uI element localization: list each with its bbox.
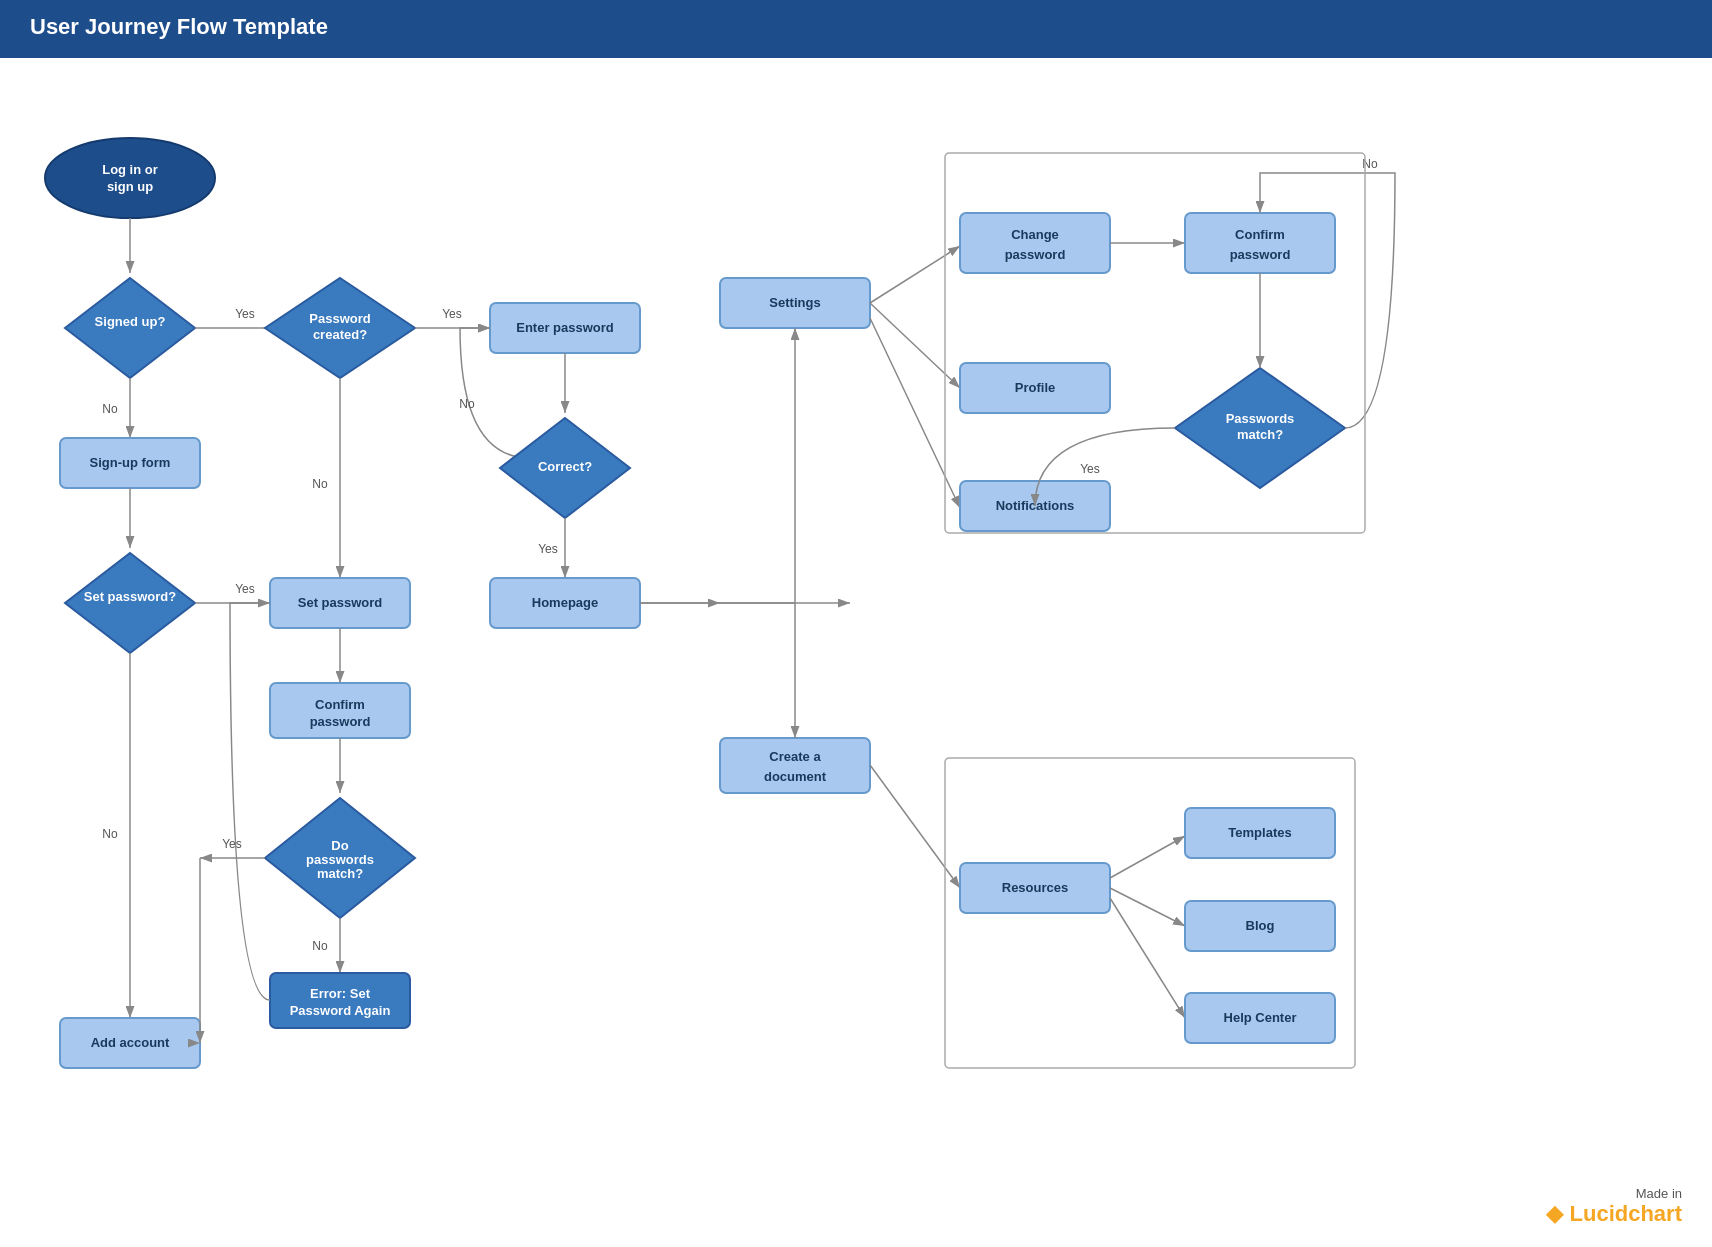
label-yes-4: Yes [222,837,242,851]
svg-text:Password Again: Password Again [290,1003,391,1018]
svg-text:Help Center: Help Center [1224,1010,1297,1025]
svg-text:Confirm: Confirm [1235,227,1285,242]
arrow-resources-blog [1110,888,1185,926]
label-yes-2: Yes [235,582,255,596]
svg-text:Set password?: Set password? [84,589,177,604]
change-password-node [960,213,1110,273]
label-no-1: No [102,402,118,416]
confirm-password-right-node [1185,213,1335,273]
svg-text:created?: created? [313,327,367,342]
label-yes-6: Yes [1080,462,1100,476]
label-no-2: No [102,827,118,841]
svg-text:password: password [1230,247,1291,262]
svg-text:Confirm: Confirm [315,697,365,712]
svg-text:Homepage: Homepage [532,595,598,610]
svg-text:Create a: Create a [769,749,821,764]
svg-text:Settings: Settings [769,295,820,310]
label-yes-3: Yes [442,307,462,321]
label-yes-5: Yes [538,542,558,556]
label-no-5: No [459,397,475,411]
svg-text:Password: Password [309,311,370,326]
label-no-4: No [312,939,328,953]
svg-text:Blog: Blog [1246,918,1275,933]
svg-text:Correct?: Correct? [538,459,592,474]
svg-text:Templates: Templates [1228,825,1291,840]
arrow-createdoc-resources [870,765,960,888]
svg-text:password: password [1005,247,1066,262]
svg-text:sign up: sign up [107,179,153,194]
arrow-resources-templates [1110,836,1185,878]
login-node [45,138,215,218]
svg-text:Resources: Resources [1002,880,1068,895]
svg-text:Do: Do [331,838,348,853]
svg-text:match?: match? [317,866,363,881]
svg-text:Sign-up form: Sign-up form [90,455,171,470]
svg-text:Set password: Set password [298,595,383,610]
svg-text:passwords: passwords [306,852,374,867]
settings-box [945,153,1365,533]
create-document-node [720,738,870,793]
svg-text:Add account: Add account [91,1035,170,1050]
svg-text:Enter password: Enter password [516,320,614,335]
arrow-resources-help [1110,898,1185,1018]
svg-text:Log in or: Log in or [102,162,158,177]
diagram-canvas: Log in or sign up Signed up? Yes No Sign… [0,58,1712,1247]
lucidchart-brand: ◆ Lucidchart [1546,1201,1682,1227]
svg-text:Signed up?: Signed up? [95,314,166,329]
label-yes-1: Yes [235,307,255,321]
svg-text:document: document [764,769,827,784]
svg-text:Change: Change [1011,227,1059,242]
page-title: User Journey Flow Template [0,0,1712,58]
label-no-3: No [312,477,328,491]
arrow-settings-changepw [870,246,960,303]
lucidchart-icon: ◆ [1546,1201,1569,1226]
svg-text:password: password [310,714,371,729]
svg-text:Error: Set: Error: Set [310,986,371,1001]
arrow-error-loop [230,603,270,1000]
made-in-label: Made in [1546,1186,1682,1201]
svg-text:match?: match? [1237,427,1283,442]
svg-text:Profile: Profile [1015,380,1055,395]
lucidchart-logo: Made in ◆ Lucidchart [1546,1186,1682,1227]
svg-text:Passwords: Passwords [1226,411,1295,426]
